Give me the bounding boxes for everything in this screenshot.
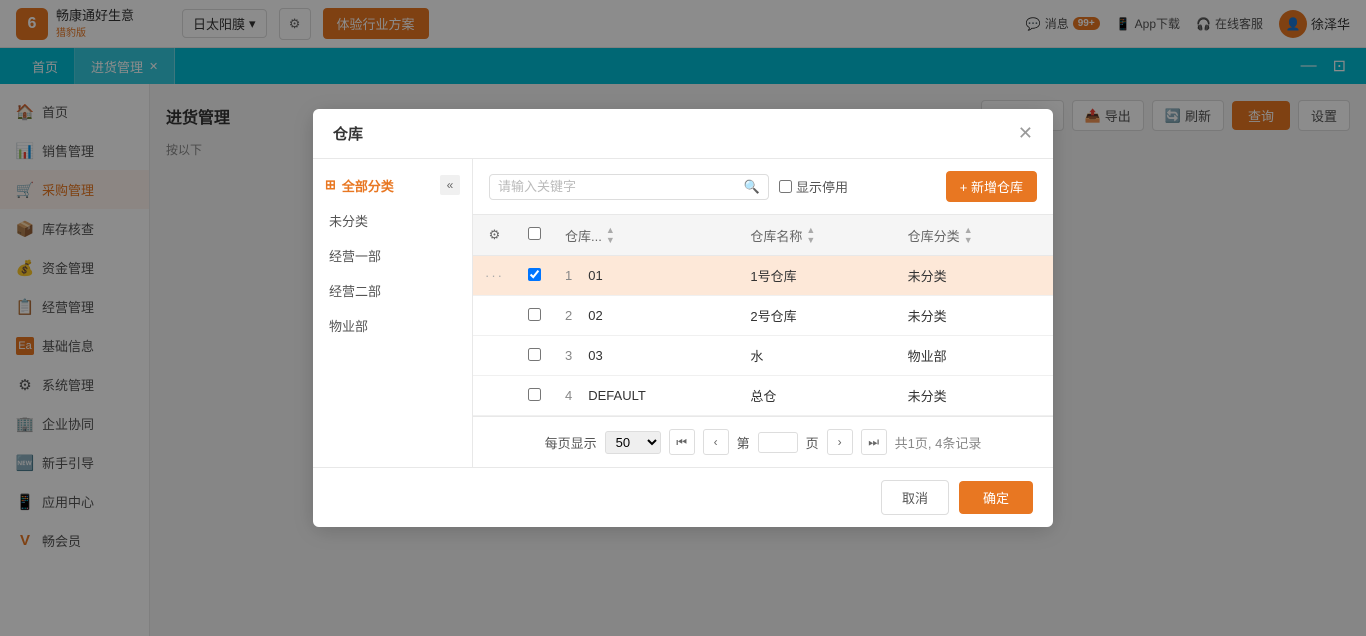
row-name-cell: 水 (738, 336, 895, 376)
warehouse-table-wrap: ⚙ 仓库... ▲▼ (473, 215, 1053, 416)
row-checkbox-2[interactable] (528, 348, 541, 361)
row-name-cell: 2号仓库 (738, 296, 895, 336)
table-row: 4DEFAULT 总仓 未分类 (473, 376, 1053, 416)
row-name-cell: 1号仓库 (738, 256, 895, 296)
search-icon[interactable]: 🔍 (744, 179, 760, 195)
th-code: 仓库... ▲▼ (553, 215, 738, 256)
th-settings: ⚙ (473, 215, 516, 256)
row-category-cell: 物业部 (896, 336, 1053, 376)
confirm-button[interactable]: 确定 (959, 481, 1033, 514)
modal-close-button[interactable]: ✕ (1018, 123, 1033, 144)
per-page-select[interactable]: 50 100 (605, 431, 661, 454)
th-name: 仓库名称 ▲▼ (738, 215, 895, 256)
row-category-cell: 未分类 (896, 376, 1053, 416)
code-sort-arrows[interactable]: ▲▼ (606, 225, 615, 245)
modal-body: ⊞ 全部分类 « 未分类 经营一部 经营二部 物业部 (313, 159, 1053, 467)
chevron-left-icon: « (447, 178, 454, 192)
page-next-btn[interactable]: › (827, 429, 853, 455)
cancel-button[interactable]: 取消 (881, 480, 949, 515)
page-prev-btn[interactable]: ‹ (703, 429, 729, 455)
all-categories-btn[interactable]: ⊞ 全部分类 (325, 176, 394, 195)
row-settings-cell[interactable]: ··· (473, 256, 516, 296)
per-page-label: 每页显示 (545, 433, 597, 452)
table-header-row: ⚙ 仓库... ▲▼ (473, 215, 1053, 256)
category-header: ⊞ 全部分类 « (313, 167, 472, 203)
row-name-cell: 总仓 (738, 376, 895, 416)
page-unit: 页 (806, 433, 819, 452)
modal-overlay: 仓库 ✕ ⊞ 全部分类 « 未分类 经 (0, 0, 1366, 636)
table-row: 202 2号仓库 未分类 (473, 296, 1053, 336)
row-checkbox-cell[interactable] (516, 256, 553, 296)
category-sort-arrows[interactable]: ▲▼ (964, 225, 973, 245)
page-total: 共1页, 4条记录 (895, 433, 982, 452)
row-checkbox-1[interactable] (528, 308, 541, 321)
row-settings-cell[interactable] (473, 296, 516, 336)
category-collapse-btn[interactable]: « (440, 175, 460, 195)
name-sort-arrows[interactable]: ▲▼ (806, 225, 815, 245)
th-category: 仓库分类 ▲▼ (896, 215, 1053, 256)
column-settings-icon[interactable]: ⚙ (489, 227, 501, 242)
row-num-code-cell: 101 (553, 256, 738, 296)
category-item-unclassified[interactable]: 未分类 (313, 203, 472, 238)
table-row: 303 水 物业部 (473, 336, 1053, 376)
all-categories-label: 全部分类 (342, 176, 394, 195)
page-input[interactable]: 1 (758, 432, 798, 453)
row-settings-cell[interactable] (473, 376, 516, 416)
search-input[interactable] (498, 179, 738, 194)
row-checkbox-cell[interactable] (516, 296, 553, 336)
category-item-dept2[interactable]: 经营二部 (313, 273, 472, 308)
show-disabled-checkbox[interactable] (779, 180, 792, 193)
row-num-code-cell: 202 (553, 296, 738, 336)
page-first-btn[interactable]: ⏮ (669, 429, 695, 455)
row-checkbox-cell[interactable] (516, 376, 553, 416)
row-category-cell: 未分类 (896, 296, 1053, 336)
row-checkbox-0[interactable] (528, 268, 541, 281)
page-label: 第 (737, 433, 750, 452)
row-num-code-cell: 4DEFAULT (553, 376, 738, 416)
page-last-btn[interactable]: ⏭ (861, 429, 887, 455)
warehouse-modal: 仓库 ✕ ⊞ 全部分类 « 未分类 经 (313, 109, 1053, 527)
modal-footer: 取消 确定 (313, 467, 1053, 527)
modal-title: 仓库 (333, 123, 363, 144)
row-checkbox-cell[interactable] (516, 336, 553, 376)
row-more-btn[interactable]: ··· (485, 268, 504, 283)
warehouse-table: ⚙ 仓库... ▲▼ (473, 215, 1053, 416)
add-warehouse-button[interactable]: + 新增仓库 (946, 171, 1037, 202)
grid-icon: ⊞ (325, 177, 336, 193)
modal-header: 仓库 ✕ (313, 109, 1053, 159)
row-category-cell: 未分类 (896, 256, 1053, 296)
category-item-dept1[interactable]: 经营一部 (313, 238, 472, 273)
row-num-code-cell: 303 (553, 336, 738, 376)
pagination-bar: 每页显示 50 100 ⏮ ‹ 第 1 页 › ⏭ 共1页, 4条记录 (473, 416, 1053, 467)
modal-right: 🔍 显示停用 + 新增仓库 ⚙ (473, 159, 1053, 467)
show-disabled-label[interactable]: 显示停用 (779, 177, 848, 196)
table-row: ··· 101 1号仓库 未分类 (473, 256, 1053, 296)
select-all-checkbox[interactable] (528, 227, 541, 240)
row-checkbox-3[interactable] (528, 388, 541, 401)
modal-toolbar: 🔍 显示停用 + 新增仓库 (473, 159, 1053, 215)
th-checkbox (516, 215, 553, 256)
category-item-property[interactable]: 物业部 (313, 308, 472, 343)
search-box[interactable]: 🔍 (489, 174, 769, 200)
category-sidebar: ⊞ 全部分类 « 未分类 经营一部 经营二部 物业部 (313, 159, 473, 467)
row-settings-cell[interactable] (473, 336, 516, 376)
